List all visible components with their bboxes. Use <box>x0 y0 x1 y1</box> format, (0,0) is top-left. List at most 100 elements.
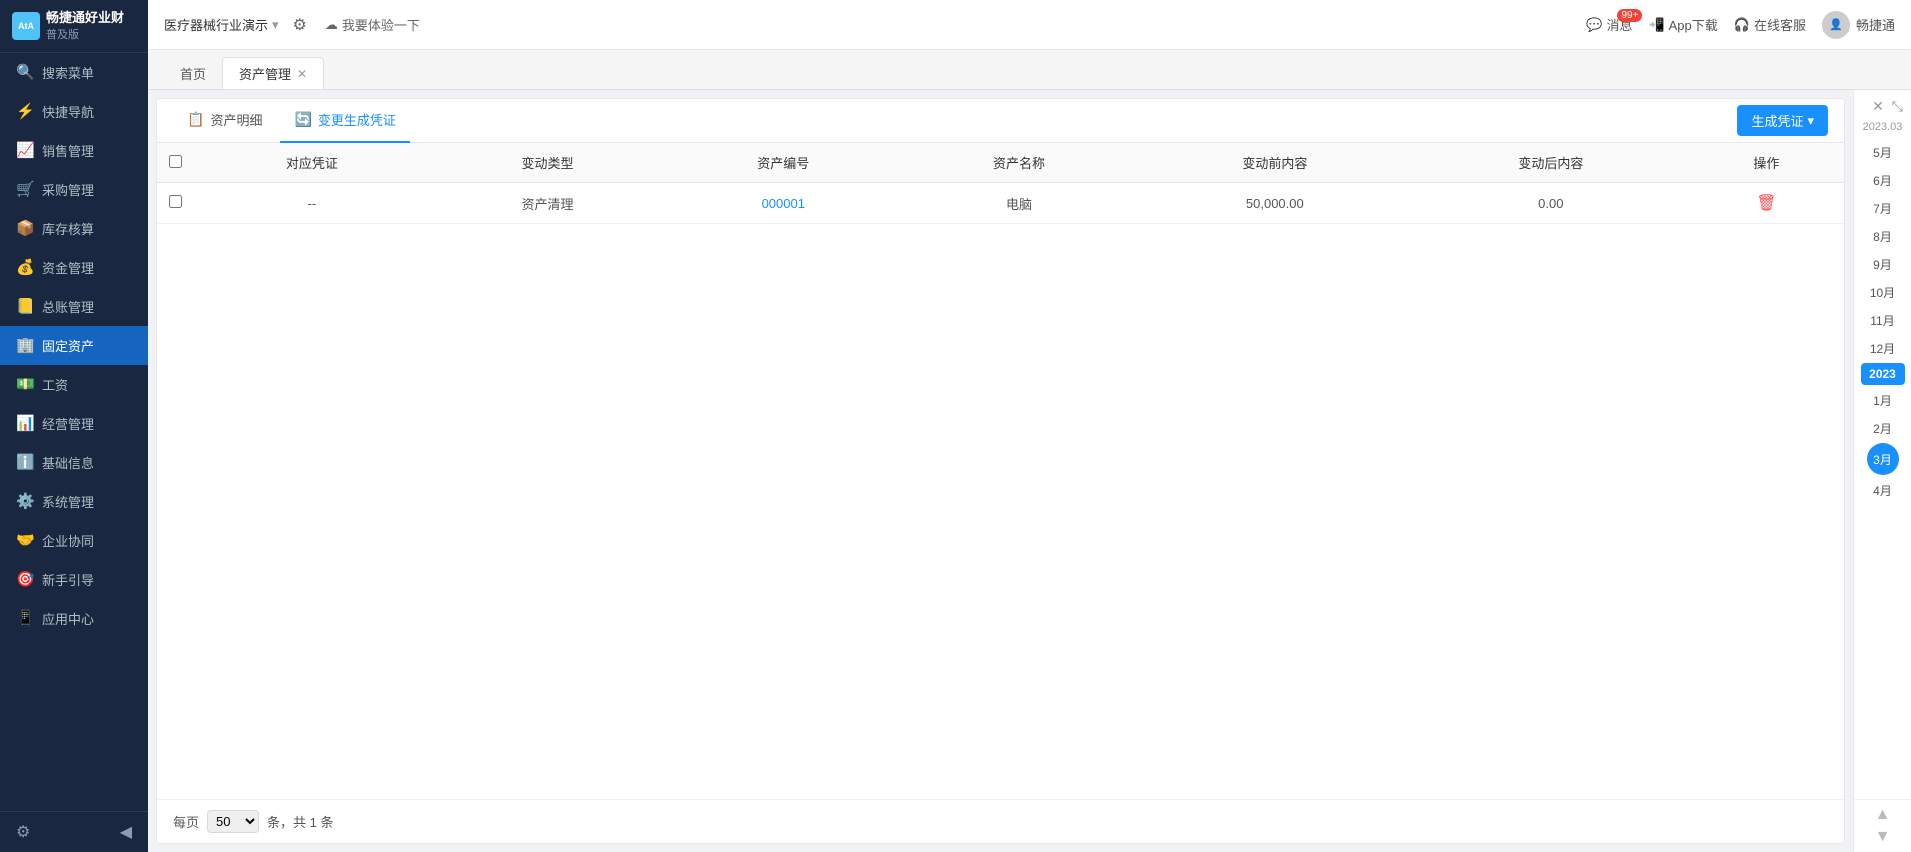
month-11-prev[interactable]: 11月 <box>1861 307 1905 333</box>
app-download-action[interactable]: 📲 App下载 <box>1648 15 1717 34</box>
sidebar-item-label-system: 系统管理 <box>42 492 94 511</box>
sidebar-item-operations[interactable]: 📊 经营管理 <box>0 404 148 443</box>
month-12-label: 12月 <box>1870 340 1895 357</box>
change-voucher-icon: 🔄 <box>294 111 311 128</box>
pagination: 每页 50 10 20 100 条，共 1 条 <box>157 799 1844 843</box>
month-10-prev[interactable]: 10月 <box>1861 279 1905 305</box>
sidebar-item-inventory[interactable]: 📦 库存核算 <box>0 209 148 248</box>
subtabs: 📋 资产明细 🔄 变更生成凭证 生成凭证 ▾ <box>157 99 1844 143</box>
col-asset-name: 资产名称 <box>901 143 1137 183</box>
topbar-right: 💬 消息 99+ 📲 App下载 🎧 在线客服 👤 畅捷通 <box>1586 11 1895 39</box>
month-10-label: 10月 <box>1870 284 1895 301</box>
panel-up-button[interactable]: ▲ <box>1875 806 1891 824</box>
collapse-icon[interactable]: ◀ <box>120 822 132 842</box>
per-page-label: 每页 <box>173 812 199 831</box>
month-2-curr[interactable]: 2月 <box>1861 415 1905 441</box>
basic-info-icon: ℹ️ <box>16 453 34 471</box>
sidebar-item-label-sales: 销售管理 <box>42 141 94 160</box>
enterprise-icon: 🤝 <box>16 531 34 549</box>
sidebar-item-ledger[interactable]: 📒 总账管理 <box>0 287 148 326</box>
month-12-prev[interactable]: 12月 <box>1861 335 1905 361</box>
sidebar-item-basic-info[interactable]: ℹ️ 基础信息 <box>0 443 148 482</box>
subtab-asset-detail[interactable]: 📋 资产明细 <box>173 99 276 143</box>
user-menu[interactable]: 👤 畅捷通 <box>1822 11 1895 39</box>
col-before-content: 变动前内容 <box>1137 143 1413 183</box>
row-checkbox[interactable] <box>169 195 182 208</box>
settings-bottom-icon[interactable]: ⚙ <box>16 822 30 842</box>
col-after-content: 变动后内容 <box>1413 143 1689 183</box>
topbar-gear-icon[interactable]: ⚙ <box>293 15 307 35</box>
app-center-icon: 📱 <box>16 609 34 627</box>
month-8-prev[interactable]: 8月 <box>1861 223 1905 249</box>
month-3-curr-active[interactable]: 3月 <box>1867 443 1899 475</box>
asset-detail-icon: 📋 <box>187 111 204 128</box>
month-2-label: 2月 <box>1873 420 1892 437</box>
ledger-icon: 📒 <box>16 297 34 315</box>
sidebar-item-quick-nav[interactable]: ⚡ 快捷导航 <box>0 92 148 131</box>
month-6-prev[interactable]: 6月 <box>1861 167 1905 193</box>
subtab-change-voucher[interactable]: 🔄 变更生成凭证 <box>280 99 409 143</box>
month-list: 5月 6月 7月 8月 9月 10月 11月 <box>1854 135 1911 799</box>
tab-close-icon[interactable]: ✕ <box>297 67 307 81</box>
logo-icon: AtA <box>12 12 40 40</box>
quick-nav-icon: ⚡ <box>16 102 34 120</box>
tabbar: 首页 资产管理 ✕ <box>148 50 1911 90</box>
month-4-label: 4月 <box>1873 482 1892 499</box>
col-voucher: 对应凭证 <box>194 143 430 183</box>
sidebar-item-purchase[interactable]: 🛒 采购管理 <box>0 170 148 209</box>
sidebar-item-guide[interactable]: 🎯 新手引导 <box>0 560 148 599</box>
per-page-select[interactable]: 50 10 20 100 <box>207 810 259 833</box>
asset-table: 对应凭证 变动类型 资产编号 资产名称 <box>157 143 1844 224</box>
sidebar-item-funds[interactable]: 💰 资金管理 <box>0 248 148 287</box>
message-action[interactable]: 💬 消息 99+ <box>1586 15 1632 34</box>
cell-voucher: -- <box>194 183 430 224</box>
sidebar-item-fixed-assets[interactable]: 🏢 固定资产 <box>0 326 148 365</box>
message-badge: 99+ <box>1617 9 1642 22</box>
sidebar-item-sales[interactable]: 📈 销售管理 <box>0 131 148 170</box>
app-download-icon: 📲 <box>1648 17 1664 33</box>
month-9-prev[interactable]: 9月 <box>1861 251 1905 277</box>
sidebar-bottom: ⚙ ◀ <box>0 811 148 852</box>
sidebar-item-payroll[interactable]: 💵 工资 <box>0 365 148 404</box>
subtab-change-voucher-label: 变更生成凭证 <box>318 110 396 129</box>
month-1-curr[interactable]: 1月 <box>1861 387 1905 413</box>
generate-voucher-button[interactable]: 生成凭证 ▾ <box>1737 105 1828 136</box>
panel-bottom: ▲ ▼ <box>1854 799 1911 852</box>
sidebar-item-enterprise[interactable]: 🤝 企业协同 <box>0 521 148 560</box>
month-9-label: 9月 <box>1873 256 1892 273</box>
guide-icon: 🎯 <box>16 570 34 588</box>
sidebar-search-item[interactable]: 🔍 搜索菜单 <box>0 53 148 92</box>
sidebar-item-system[interactable]: ⚙️ 系统管理 <box>0 482 148 521</box>
funds-icon: 💰 <box>16 258 34 276</box>
month-1-label: 1月 <box>1873 392 1892 409</box>
month-7-prev[interactable]: 7月 <box>1861 195 1905 221</box>
generate-btn-label: 生成凭证 <box>1751 111 1803 130</box>
system-icon: ⚙️ <box>16 492 34 510</box>
dropdown-arrow-icon: ▾ <box>1807 113 1814 129</box>
avatar: 👤 <box>1822 11 1850 39</box>
cell-asset-code[interactable]: 000001 <box>665 183 901 224</box>
tab-home[interactable]: 首页 <box>164 57 222 89</box>
sidebar-item-label-ledger: 总账管理 <box>42 297 94 316</box>
tab-home-label: 首页 <box>180 64 206 83</box>
select-all-header <box>157 143 194 183</box>
subtab-asset-detail-label: 资产明细 <box>210 110 262 129</box>
panel-expand-button[interactable]: ⤡ <box>1890 96 1905 117</box>
tab-asset-management[interactable]: 资产管理 ✕ <box>222 57 324 89</box>
month-8-label: 8月 <box>1873 228 1892 245</box>
online-service-action[interactable]: 🎧 在线客服 <box>1734 15 1806 34</box>
sidebar-item-label-app-center: 应用中心 <box>42 609 94 628</box>
sidebar-item-app-center[interactable]: 📱 应用中心 <box>0 599 148 638</box>
company-selector[interactable]: 医疗器械行业演示 ▾ <box>164 15 279 34</box>
month-5-prev[interactable]: 5月 <box>1861 139 1905 165</box>
delete-row-button[interactable]: 🗑 <box>1756 193 1776 213</box>
select-all-checkbox[interactable] <box>169 155 182 168</box>
month-4-curr[interactable]: 4月 <box>1861 477 1905 503</box>
panel-close-button[interactable]: ✕ <box>1870 96 1886 117</box>
main-area: 医疗器械行业演示 ▾ ⚙ ☁ 我要体验一下 💬 消息 99+ 📲 App下载 🎧… <box>148 0 1911 852</box>
panel-down-button[interactable]: ▼ <box>1875 828 1891 846</box>
sidebar-logo: AtA 畅捷通好业财 普及版 <box>0 0 148 53</box>
online-service-label: 在线客服 <box>1754 15 1806 34</box>
experience-button[interactable]: ☁ 我要体验一下 <box>325 15 420 34</box>
col-change-type: 变动类型 <box>430 143 666 183</box>
